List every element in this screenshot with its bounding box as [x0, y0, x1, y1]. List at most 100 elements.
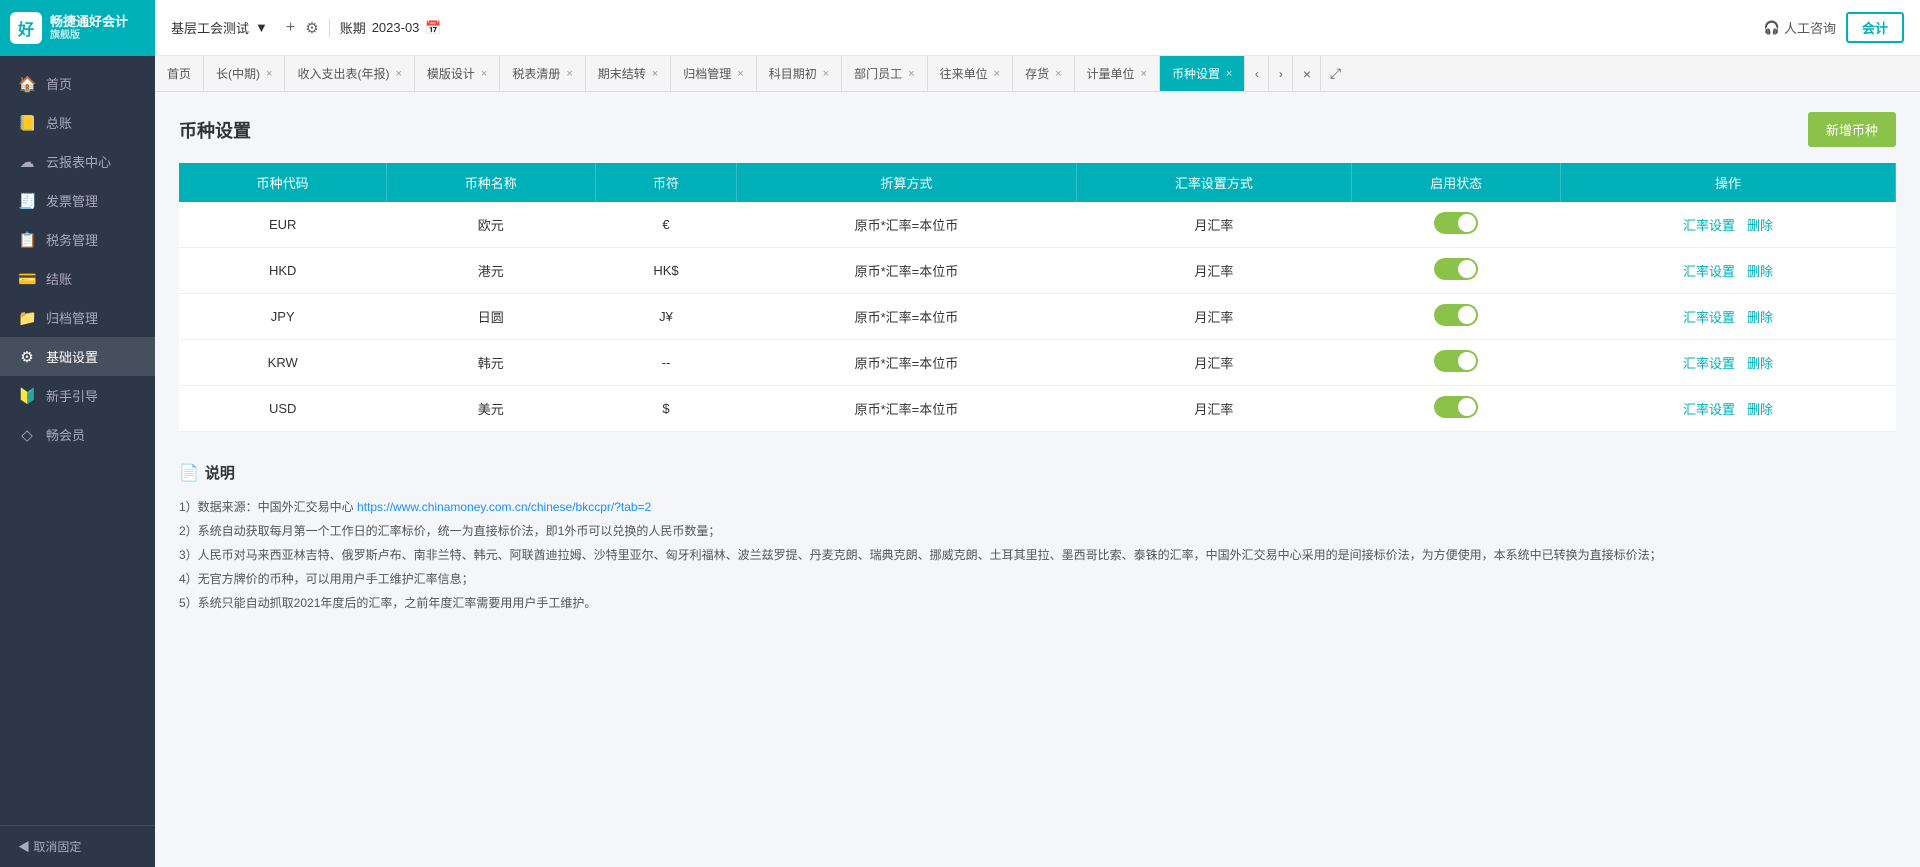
tab-close-icon[interactable]: × [1055, 68, 1061, 80]
new-currency-button[interactable]: 新增币种 [1808, 112, 1896, 147]
cell-actions: 汇率设置删除 [1560, 202, 1895, 248]
topbar-actions: + ⚙ [286, 19, 319, 37]
tab-close-all-button[interactable]: × [1293, 56, 1321, 92]
period-selector[interactable]: 账期 2023-03 📅 [340, 18, 442, 37]
tab-close-icon[interactable]: × [266, 68, 272, 80]
tab-close-icon[interactable]: × [737, 68, 743, 80]
delete-link[interactable]: 删除 [1747, 264, 1773, 279]
tab-close-icon[interactable]: × [566, 68, 572, 80]
add-icon[interactable]: + [286, 19, 295, 37]
pin-label: ◀ 取消固定 [18, 838, 81, 855]
tab-period-close[interactable]: 期末结转 × [586, 56, 671, 92]
cell-0: HKD [179, 248, 386, 294]
sidebar-item-label: 归档管理 [46, 308, 98, 327]
delete-link[interactable]: 删除 [1747, 356, 1773, 371]
sidebar-nav: 🏠 首页 📒 总账 ☁ 云报表中心 🧾 发票管理 📋 税务管理 💳 结账 📁 归… [0, 56, 155, 825]
sidebar-item-label: 云报表中心 [46, 152, 111, 171]
tab-customers[interactable]: 往来单位 × [928, 56, 1013, 92]
tab-annual[interactable]: 收入支出表(年报) × [285, 56, 414, 92]
tab-inventory[interactable]: 存货 × [1013, 56, 1074, 92]
tab-template[interactable]: 模版设计 × [415, 56, 500, 92]
note-item-5: 5）系统只能自动抓取2021年度后的汇率，之前年度汇率需要用用户手工维护。 [179, 591, 1896, 615]
tab-currency[interactable]: 币种设置 × [1160, 56, 1245, 92]
currency-table: 币种代码 币种名称 币符 折算方式 汇率设置方式 启用状态 操作 EUR欧元€原… [179, 163, 1896, 432]
notes-title: 说明 [205, 462, 235, 483]
sidebar-item-member[interactable]: ◇ 畅会员 [0, 415, 155, 454]
tab-archive-mgmt[interactable]: 归档管理 × [671, 56, 756, 92]
tab-zhongqi[interactable]: 长(中期) × [204, 56, 285, 92]
tab-taxbook[interactable]: 税表清册 × [500, 56, 585, 92]
rate-setting-link[interactable]: 汇率设置 [1683, 218, 1735, 233]
project-selector[interactable]: 基层工会测试 ▼ [171, 18, 268, 37]
sidebar-pin-toggle[interactable]: ◀ 取消固定 [0, 825, 155, 867]
cell-4: 月汇率 [1076, 294, 1352, 340]
settings-gear-icon[interactable]: ⚙ [305, 19, 318, 37]
enable-toggle[interactable] [1434, 258, 1478, 280]
cell-2: J¥ [595, 294, 737, 340]
sidebar-item-checkout[interactable]: 💳 结账 [0, 259, 155, 298]
content-area: 币种设置 新增币种 币种代码 币种名称 币符 折算方式 汇率设置方式 启用状态 … [155, 92, 1920, 867]
tab-close-icon[interactable]: × [908, 68, 914, 80]
tab-close-icon[interactable]: × [994, 68, 1000, 80]
cell-3: 原币*汇率=本位币 [737, 202, 1076, 248]
sidebar-item-archive[interactable]: 📁 归档管理 [0, 298, 155, 337]
delete-link[interactable]: 删除 [1747, 310, 1773, 325]
tab-label: 长(中期) [216, 65, 260, 82]
tab-subject-initial[interactable]: 科目期初 × [757, 56, 842, 92]
cell-1: 日圆 [386, 294, 595, 340]
col-symbol: 币符 [595, 163, 737, 202]
topbar: 基层工会测试 ▼ + ⚙ 账期 2023-03 📅 🎧 人工咨询 会计 [155, 0, 1920, 56]
tab-close-icon[interactable]: × [481, 68, 487, 80]
rate-setting-link[interactable]: 汇率设置 [1683, 310, 1735, 325]
tab-close-icon[interactable]: × [395, 68, 401, 80]
cell-toggle [1352, 248, 1561, 294]
table-row: JPY日圆J¥原币*汇率=本位币月汇率汇率设置删除 [179, 294, 1896, 340]
app-logo: 好 畅捷通好会计 旗舰版 [0, 0, 155, 56]
account-button[interactable]: 会计 [1846, 12, 1904, 43]
sidebar-item-label: 首页 [46, 74, 72, 93]
tab-expand-button[interactable]: ⤢ [1321, 56, 1349, 92]
tab-close-icon[interactable]: × [1141, 68, 1147, 80]
delete-link[interactable]: 删除 [1747, 218, 1773, 233]
rate-setting-link[interactable]: 汇率设置 [1683, 264, 1735, 279]
support-button[interactable]: 🎧 人工咨询 [1764, 18, 1836, 37]
col-status: 启用状态 [1352, 163, 1561, 202]
enable-toggle[interactable] [1434, 350, 1478, 372]
headset-icon: 🎧 [1764, 20, 1780, 36]
tab-label: 归档管理 [683, 65, 731, 82]
tab-close-icon[interactable]: × [1226, 68, 1232, 80]
cell-4: 月汇率 [1076, 386, 1352, 432]
sidebar-item-tax[interactable]: 📋 税务管理 [0, 220, 155, 259]
sidebar-item-settings[interactable]: ⚙ 基础设置 [0, 337, 155, 376]
sidebar-item-home[interactable]: 🏠 首页 [0, 64, 155, 103]
enable-toggle[interactable] [1434, 304, 1478, 326]
enable-toggle[interactable] [1434, 212, 1478, 234]
sidebar-item-invoice[interactable]: 🧾 发票管理 [0, 181, 155, 220]
cell-actions: 汇率设置删除 [1560, 386, 1895, 432]
tab-home[interactable]: 首页 [155, 56, 204, 92]
sidebar-item-ledger[interactable]: 📒 总账 [0, 103, 155, 142]
cell-2: $ [595, 386, 737, 432]
tab-close-icon[interactable]: × [823, 68, 829, 80]
tab-prev-button[interactable]: ‹ [1245, 56, 1269, 92]
page-title-bar: 币种设置 新增币种 [179, 112, 1896, 147]
cell-4: 月汇率 [1076, 248, 1352, 294]
tab-unit[interactable]: 计量单位 × [1075, 56, 1160, 92]
cell-1: 韩元 [386, 340, 595, 386]
guide-icon: 🔰 [18, 387, 36, 405]
sidebar-item-guide[interactable]: 🔰 新手引导 [0, 376, 155, 415]
col-rate-type: 汇率设置方式 [1076, 163, 1352, 202]
notes-link[interactable]: https://www.chinamoney.com.cn/chinese/bk… [357, 500, 651, 514]
delete-link[interactable]: 删除 [1747, 402, 1773, 417]
sidebar-item-reports[interactable]: ☁ 云报表中心 [0, 142, 155, 181]
tab-dept-staff[interactable]: 部门员工 × [842, 56, 927, 92]
rate-setting-link[interactable]: 汇率设置 [1683, 402, 1735, 417]
col-actions: 操作 [1560, 163, 1895, 202]
rate-setting-link[interactable]: 汇率设置 [1683, 356, 1735, 371]
tab-close-icon[interactable]: × [652, 68, 658, 80]
cell-actions: 汇率设置删除 [1560, 248, 1895, 294]
logo-icon: 好 [10, 12, 42, 44]
enable-toggle[interactable] [1434, 396, 1478, 418]
tab-label: 税表清册 [512, 65, 560, 82]
tab-next-button[interactable]: › [1269, 56, 1293, 92]
